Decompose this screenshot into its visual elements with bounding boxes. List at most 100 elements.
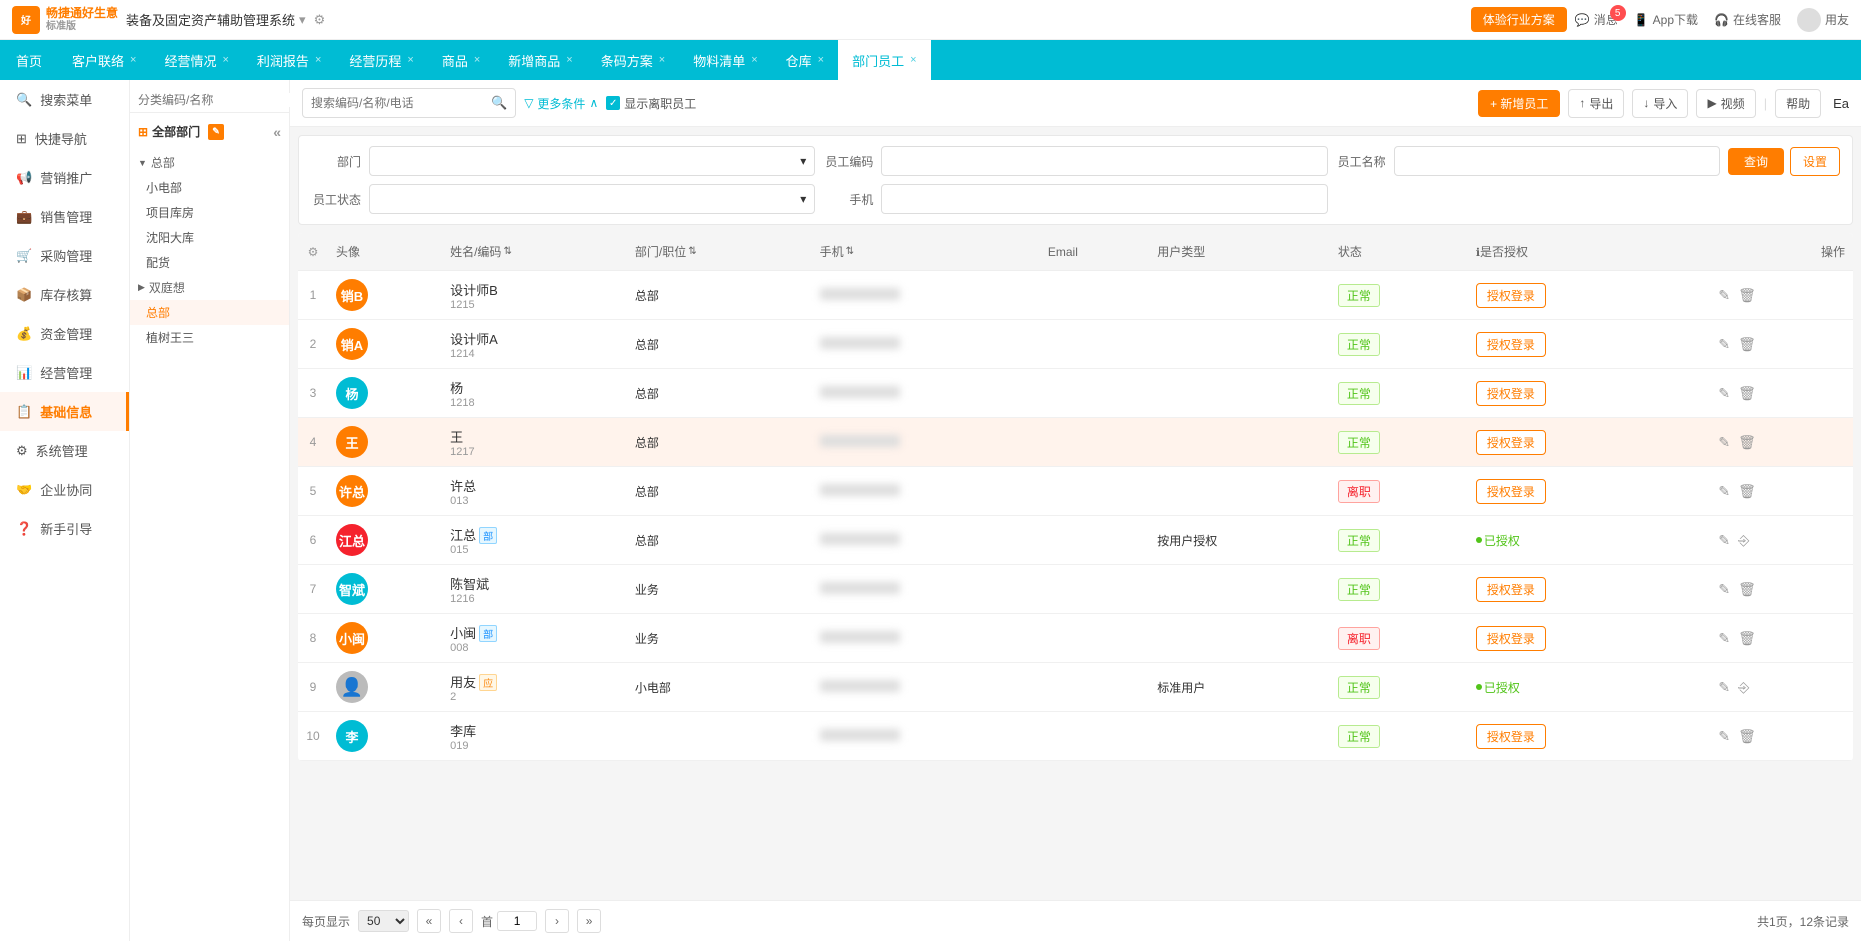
sidebar-item-sales[interactable]: 💼 销售管理 xyxy=(0,197,129,236)
tree-item-planting[interactable]: 植树王三 xyxy=(130,325,289,350)
sidebar-item-management[interactable]: 📊 经营管理 xyxy=(0,353,129,392)
last-page-button[interactable]: » xyxy=(577,909,601,933)
tree-group-double[interactable]: ▶ 双庭想 xyxy=(130,275,289,300)
sidebar-item-marketing[interactable]: 📢 营销推广 xyxy=(0,158,129,197)
tab-bom-close[interactable]: × xyxy=(751,54,757,66)
tab-customer-close[interactable]: × xyxy=(130,54,136,66)
filter-status-select[interactable]: ▾ xyxy=(369,184,815,214)
edit-icon[interactable]: ✎ xyxy=(1718,434,1730,451)
add-employee-button[interactable]: + 新增员工 xyxy=(1478,90,1560,117)
tree-edit-icon[interactable]: ✎ xyxy=(208,124,224,140)
edit-icon[interactable]: ✎ xyxy=(1718,581,1730,598)
sidebar-item-inventory[interactable]: 📦 库存核算 xyxy=(0,275,129,314)
auth-button[interactable]: 授权登录 xyxy=(1476,577,1546,602)
sidebar-item-basic-info[interactable]: 📋 基础信息 xyxy=(0,392,129,431)
filter-dept-select[interactable]: ▾ xyxy=(369,146,815,176)
page-number-input[interactable] xyxy=(497,911,537,931)
th-dept[interactable]: 部门/职位 ⇅ xyxy=(627,233,812,271)
th-phone[interactable]: 手机 ⇅ xyxy=(812,233,1040,271)
show-resigned-checkbox[interactable]: ✓ xyxy=(606,96,620,110)
filter-emp-name-input[interactable] xyxy=(1394,146,1720,176)
import-button[interactable]: ↓ 导入 xyxy=(1632,89,1688,118)
th-name[interactable]: 姓名/编码 ⇅ xyxy=(442,233,627,271)
edit-icon[interactable]: ✎ xyxy=(1718,630,1730,647)
trial-button[interactable]: 体验行业方案 xyxy=(1471,7,1567,32)
link-icon[interactable]: ⎆ xyxy=(1738,679,1749,696)
more-conditions-button[interactable]: ▽ 更多条件 ∧ xyxy=(524,95,598,112)
tab-profit-close[interactable]: × xyxy=(315,54,321,66)
tab-new-goods[interactable]: 新增商品 × xyxy=(494,40,586,80)
auth-button[interactable]: 授权登录 xyxy=(1476,724,1546,749)
tab-history[interactable]: 经营历程 × xyxy=(335,40,427,80)
tab-home[interactable]: 首页 xyxy=(0,40,58,80)
delete-icon[interactable]: 🗑 xyxy=(1738,483,1756,500)
auth-button[interactable]: 授权登录 xyxy=(1476,430,1546,455)
tab-operation-close[interactable]: × xyxy=(222,54,228,66)
delete-icon[interactable]: 🗑 xyxy=(1738,630,1756,647)
show-resigned-toggle[interactable]: ✓ 显示离职员工 xyxy=(606,95,696,112)
sidebar-item-collab[interactable]: 🤝 企业协同 xyxy=(0,470,129,509)
auth-button[interactable]: 授权登录 xyxy=(1476,332,1546,357)
table-settings-icon[interactable]: ⚙ xyxy=(308,245,319,259)
message-action[interactable]: 💬 消息 5 xyxy=(1575,11,1618,28)
sidebar-item-search[interactable]: 🔍 搜索菜单 xyxy=(0,80,129,119)
delete-icon[interactable]: 🗑 xyxy=(1738,728,1756,745)
export-button[interactable]: ↑ 导出 xyxy=(1568,89,1624,118)
query-button[interactable]: 查询 xyxy=(1728,148,1784,175)
tree-item-distribution[interactable]: 配货 xyxy=(130,250,289,275)
edit-icon[interactable]: ✎ xyxy=(1718,679,1730,696)
app-download-action[interactable]: 📱 App下载 xyxy=(1634,11,1698,28)
sidebar-item-purchase[interactable]: 🛒 采购管理 xyxy=(0,236,129,275)
delete-icon[interactable]: 🗑 xyxy=(1738,581,1756,598)
tab-new-goods-close[interactable]: × xyxy=(566,54,572,66)
tree-item-project[interactable]: 项目库房 xyxy=(130,200,289,225)
edit-icon[interactable]: ✎ xyxy=(1718,385,1730,402)
edit-icon[interactable]: ✎ xyxy=(1718,336,1730,353)
sidebar-item-guide[interactable]: ❓ 新手引导 xyxy=(0,509,129,548)
sidebar-item-quick-nav[interactable]: ⊞ 快捷导航 xyxy=(0,119,129,158)
next-page-button[interactable]: › xyxy=(545,909,569,933)
tree-group-general-label[interactable]: ▼ 总部 xyxy=(130,150,289,175)
tab-customer[interactable]: 客户联络 × xyxy=(58,40,150,80)
settings-icon[interactable]: ⚙ xyxy=(314,12,326,28)
tree-search-input[interactable] xyxy=(138,93,293,107)
sys-title-dropdown-icon[interactable]: ▾ xyxy=(299,12,306,28)
first-page-button[interactable]: « xyxy=(417,909,441,933)
online-service-action[interactable]: 🎧 在线客服 xyxy=(1714,11,1781,28)
help-button[interactable]: 帮助 xyxy=(1775,89,1821,118)
edit-icon[interactable]: ✎ xyxy=(1718,287,1730,304)
tree-item-small-elec[interactable]: 小电部 xyxy=(130,175,289,200)
auth-button[interactable]: 授权登录 xyxy=(1476,626,1546,651)
auth-button[interactable]: 授权登录 xyxy=(1476,283,1546,308)
filter-emp-code-input[interactable] xyxy=(881,146,1327,176)
tab-barcode-close[interactable]: × xyxy=(659,54,665,66)
user-action[interactable]: 用友 xyxy=(1797,8,1849,32)
tab-dept-staff-close[interactable]: × xyxy=(910,54,916,66)
tree-item-shenyang[interactable]: 沈阳大库 xyxy=(130,225,289,250)
delete-icon[interactable]: 🗑 xyxy=(1738,385,1756,402)
tree-collapse-button[interactable]: « xyxy=(273,124,281,140)
edit-icon[interactable]: ✎ xyxy=(1718,483,1730,500)
delete-icon[interactable]: 🗑 xyxy=(1738,287,1756,304)
auth-button[interactable]: 授权登录 xyxy=(1476,479,1546,504)
auth-button[interactable]: 授权登录 xyxy=(1476,381,1546,406)
delete-icon[interactable]: 🗑 xyxy=(1738,336,1756,353)
tab-profit[interactable]: 利润报告 × xyxy=(243,40,335,80)
search-icon[interactable]: 🔍 xyxy=(491,95,507,111)
search-input[interactable] xyxy=(311,96,491,110)
tab-goods[interactable]: 商品 × xyxy=(428,40,494,80)
delete-icon[interactable]: 🗑 xyxy=(1738,434,1756,451)
tree-item-head[interactable]: 总部 xyxy=(130,300,289,325)
edit-icon[interactable]: ✎ xyxy=(1718,728,1730,745)
tab-goods-close[interactable]: × xyxy=(474,54,480,66)
view-button[interactable]: ▶ 视频 xyxy=(1696,89,1755,118)
tab-history-close[interactable]: × xyxy=(407,54,413,66)
link-icon[interactable]: ⎆ xyxy=(1738,532,1749,549)
sidebar-item-system[interactable]: ⚙ 系统管理 xyxy=(0,431,129,470)
edit-icon[interactable]: ✎ xyxy=(1718,532,1730,549)
tab-barcode[interactable]: 条码方案 × xyxy=(587,40,679,80)
tab-dept-staff[interactable]: 部门员工 × xyxy=(838,40,930,80)
prev-page-button[interactable]: ‹ xyxy=(449,909,473,933)
set-button[interactable]: 设置 xyxy=(1790,147,1840,176)
tab-bom[interactable]: 物料清单 × xyxy=(679,40,771,80)
